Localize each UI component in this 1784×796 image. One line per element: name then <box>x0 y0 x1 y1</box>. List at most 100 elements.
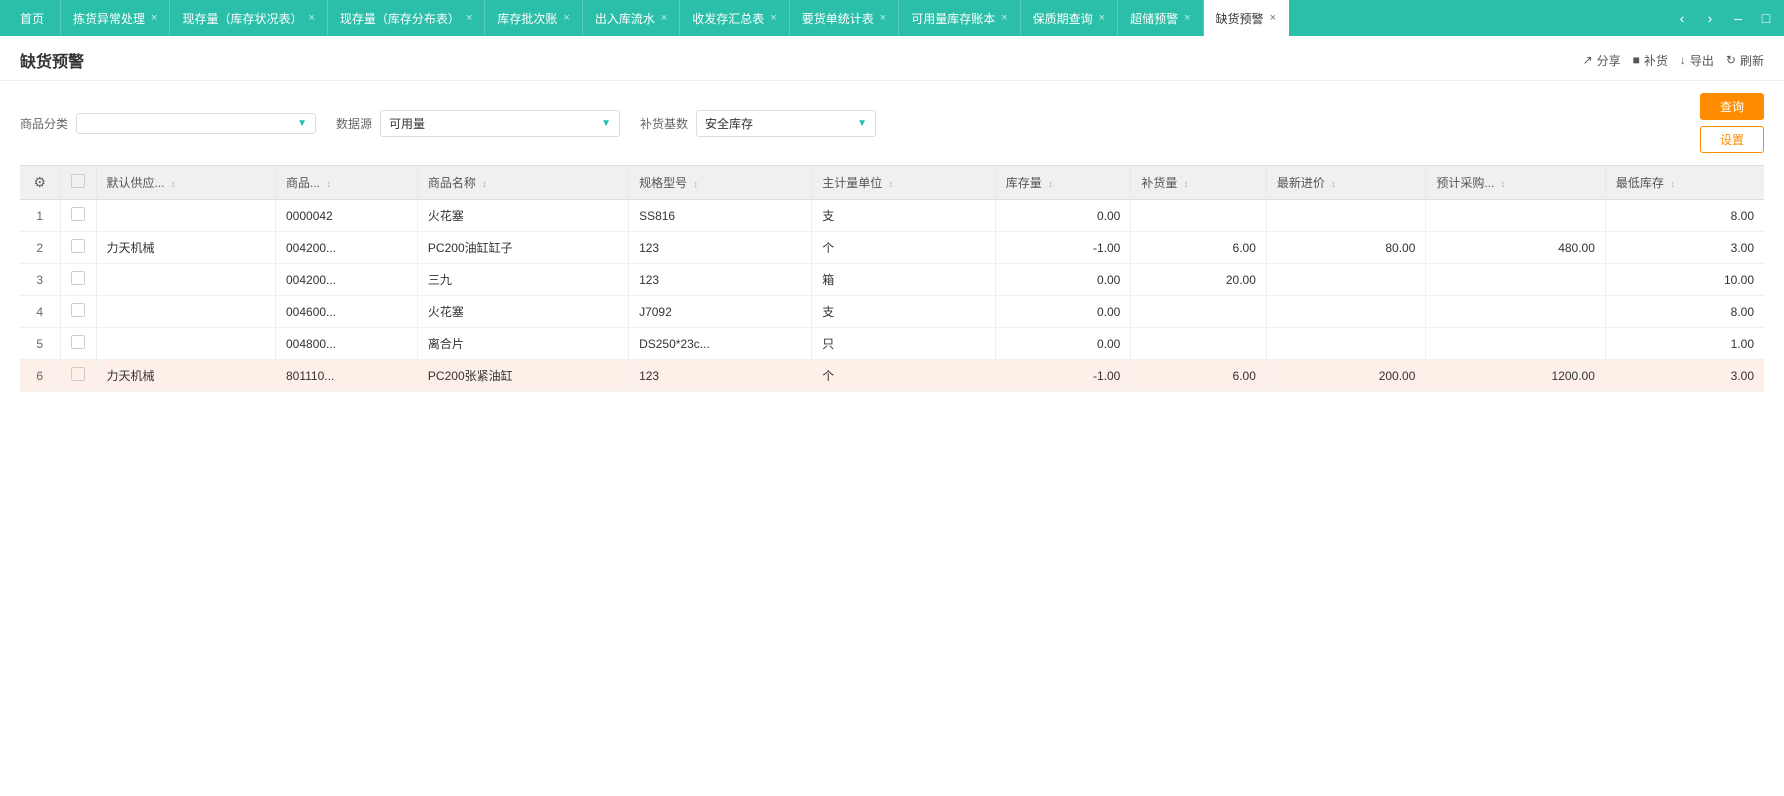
th-product-name[interactable]: 商品名称 ↕ <box>417 166 628 200</box>
cell-product-name: 三九 <box>417 264 628 296</box>
tab-close-stock-status[interactable]: × <box>308 12 314 24</box>
cell-unit: 只 <box>812 328 996 360</box>
replenish-base-select[interactable]: 安全库存 ▼ <box>696 110 876 137</box>
datasource-select[interactable]: 可用量 ▼ <box>380 110 620 137</box>
th-min-stock[interactable]: 最低库存 ↕ <box>1605 166 1764 200</box>
th-unit[interactable]: 主计量单位 ↕ <box>812 166 996 200</box>
table-row: 5 004800... 离合片 DS250*23c... 只 0.00 1.00 <box>20 328 1764 360</box>
tab-scroll-right[interactable]: › <box>1696 0 1724 36</box>
gear-icon[interactable]: ⚙ <box>33 174 46 190</box>
th-stock[interactable]: 库存量 ↕ <box>995 166 1131 200</box>
cell-stock: -1.00 <box>995 360 1131 392</box>
cell-unit: 支 <box>812 296 996 328</box>
spec-sort-icon: ↕ <box>693 179 698 189</box>
cell-product-code: 004200... <box>276 232 418 264</box>
row-checkbox[interactable] <box>71 207 85 221</box>
tab-maximize[interactable]: □ <box>1752 0 1780 36</box>
cell-product-code: 801110... <box>276 360 418 392</box>
tab-shortage[interactable]: 缺货预警 × <box>1204 0 1289 36</box>
tab-exception[interactable]: 拣货异常处理 × <box>61 0 170 36</box>
tab-available-ledger[interactable]: 可用量库存账本 × <box>899 0 1020 36</box>
row-checkbox[interactable] <box>71 239 85 253</box>
cell-unit: 个 <box>812 360 996 392</box>
tab-scroll-left[interactable]: ‹ <box>1668 0 1696 36</box>
cell-min-stock: 1.00 <box>1605 328 1764 360</box>
export-button[interactable]: ↓ 导出 <box>1680 52 1714 69</box>
cell-spec: J7092 <box>629 296 812 328</box>
refresh-button[interactable]: ↻ 刷新 <box>1726 52 1764 69</box>
tab-close-available-ledger[interactable]: × <box>1001 12 1007 24</box>
cell-replenish-qty: 20.00 <box>1131 264 1267 296</box>
stock-sort-icon: ↕ <box>1048 179 1053 189</box>
tab-close-receive-summary[interactable]: × <box>770 12 776 24</box>
tab-stock-dist[interactable]: 现存量（库存分布表） × <box>328 0 485 36</box>
cell-latest-price: 200.00 <box>1266 360 1426 392</box>
category-select[interactable]: ▼ <box>76 113 316 134</box>
export-icon: ↓ <box>1680 53 1686 67</box>
cell-estimated-purchase <box>1426 328 1606 360</box>
row-checkbox[interactable] <box>71 367 85 381</box>
datasource-dropdown-icon: ▼ <box>601 118 611 129</box>
tab-close-expiry-query[interactable]: × <box>1099 12 1105 24</box>
row-checkbox[interactable] <box>71 303 85 317</box>
cell-estimated-purchase <box>1426 200 1606 232</box>
tab-home[interactable]: 首页 <box>4 0 61 36</box>
th-spec[interactable]: 规格型号 ↕ <box>629 166 812 200</box>
cell-supplier: 力天机械 <box>96 360 276 392</box>
th-estimated-purchase[interactable]: 预计采购... ↕ <box>1426 166 1606 200</box>
cell-product-name: 火花塞 <box>417 200 628 232</box>
tab-stock-status[interactable]: 现存量（库存状况表） × <box>170 0 327 36</box>
tab-close-batch-account[interactable]: × <box>563 12 569 24</box>
cell-replenish-qty <box>1131 328 1267 360</box>
tab-batch-account[interactable]: 库存批次账 × <box>485 0 582 36</box>
tab-order-stats[interactable]: 要货单统计表 × <box>790 0 899 36</box>
cell-check <box>60 232 96 264</box>
tab-close-stock-dist[interactable]: × <box>466 12 472 24</box>
th-latest-price[interactable]: 最新进价 ↕ <box>1266 166 1426 200</box>
cell-supplier <box>96 328 276 360</box>
table-row: 2 力天机械 004200... PC200油缸缸子 123 个 -1.00 6… <box>20 232 1764 264</box>
select-all-checkbox[interactable] <box>71 174 85 188</box>
tab-close-shortage[interactable]: × <box>1270 12 1276 24</box>
cell-index: 4 <box>20 296 60 328</box>
row-checkbox[interactable] <box>71 335 85 349</box>
cell-supplier <box>96 296 276 328</box>
datasource-label: 数据源 <box>336 115 372 132</box>
cell-index: 6 <box>20 360 60 392</box>
th-gear: ⚙ <box>20 166 60 200</box>
tab-expiry-query[interactable]: 保质期查询 × <box>1021 0 1118 36</box>
replenish-icon: ■ <box>1633 53 1640 67</box>
share-button[interactable]: ↗ 分享 <box>1583 52 1621 69</box>
cell-latest-price <box>1266 328 1426 360</box>
tab-close-exception[interactable]: × <box>151 12 157 24</box>
th-replenish-qty[interactable]: 补货量 ↕ <box>1131 166 1267 200</box>
query-button[interactable]: 查询 <box>1700 93 1764 120</box>
th-product-code[interactable]: 商品... ↕ <box>276 166 418 200</box>
settings-button[interactable]: 设置 <box>1700 126 1764 153</box>
tab-close-order-stats[interactable]: × <box>880 12 886 24</box>
cell-product-code: 0000042 <box>276 200 418 232</box>
cell-check <box>60 360 96 392</box>
tab-minimize[interactable]: – <box>1724 0 1752 36</box>
cell-check <box>60 200 96 232</box>
table-row: 3 004200... 三九 123 箱 0.00 20.00 10.00 <box>20 264 1764 296</box>
cell-unit: 个 <box>812 232 996 264</box>
th-supplier[interactable]: 默认供应... ↕ <box>96 166 276 200</box>
tab-close-inout-flow[interactable]: × <box>661 12 667 24</box>
tab-overstock[interactable]: 超储预警 × <box>1118 0 1203 36</box>
cell-stock: 0.00 <box>995 328 1131 360</box>
cell-index: 3 <box>20 264 60 296</box>
cell-min-stock: 3.00 <box>1605 232 1764 264</box>
supplier-sort-icon: ↕ <box>171 179 176 189</box>
cell-latest-price <box>1266 200 1426 232</box>
tab-receive-summary[interactable]: 收发存汇总表 × <box>680 0 789 36</box>
tab-inout-flow[interactable]: 出入库流水 × <box>583 0 680 36</box>
cell-spec: 123 <box>629 360 812 392</box>
tab-close-overstock[interactable]: × <box>1184 12 1190 24</box>
cell-supplier: 力天机械 <box>96 232 276 264</box>
table-row: 1 0000042 火花塞 SS816 支 0.00 8.00 <box>20 200 1764 232</box>
row-checkbox[interactable] <box>71 271 85 285</box>
cell-product-name: 火花塞 <box>417 296 628 328</box>
replenish-button[interactable]: ■ 补货 <box>1633 52 1668 69</box>
cell-estimated-purchase <box>1426 264 1606 296</box>
